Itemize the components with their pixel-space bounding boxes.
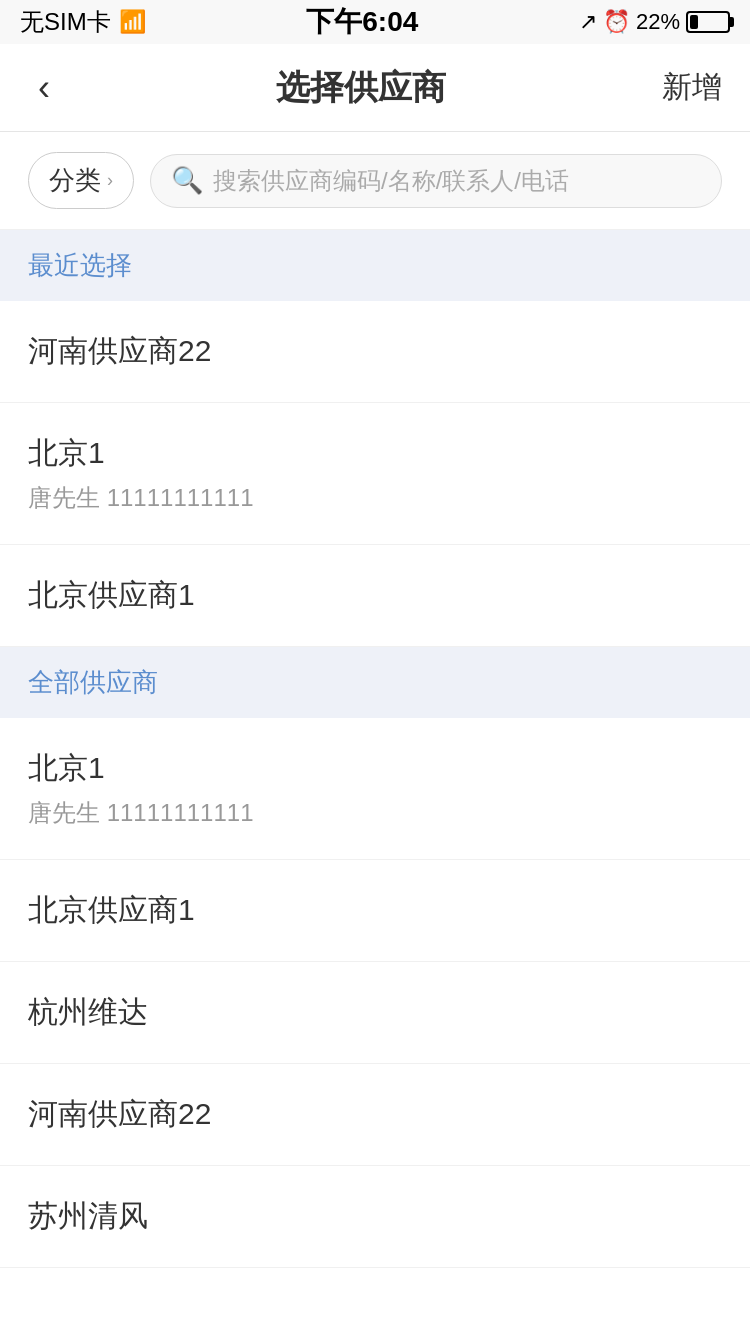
filter-bar: 分类 › 🔍 搜索供应商编码/名称/联系人/电话: [0, 132, 750, 230]
status-left: 无SIM卡 📶: [20, 6, 146, 38]
category-button[interactable]: 分类 ›: [28, 152, 134, 209]
search-box[interactable]: 🔍 搜索供应商编码/名称/联系人/电话: [150, 154, 722, 208]
alarm-icon: ⏰: [603, 9, 630, 35]
item-name: 苏州清风: [28, 1196, 722, 1237]
all-section-header: 全部供应商: [0, 647, 750, 718]
item-name: 北京1: [28, 748, 722, 789]
status-time: 下午6:04: [306, 3, 418, 41]
recent-list: 河南供应商22 北京1 唐先生 11111111111 北京供应商1: [0, 301, 750, 647]
battery-icon: [686, 11, 730, 33]
nav-bar: ‹ 选择供应商 新增: [0, 44, 750, 132]
recent-list-item[interactable]: 河南供应商22: [0, 301, 750, 403]
item-sub: 唐先生 11111111111: [28, 482, 722, 514]
add-button[interactable]: 新增: [662, 67, 722, 108]
chevron-right-icon: ›: [107, 170, 113, 191]
item-name: 河南供应商22: [28, 331, 722, 372]
all-list-item[interactable]: 杭州维达: [0, 962, 750, 1064]
item-name: 杭州维达: [28, 992, 722, 1033]
back-button[interactable]: ‹: [28, 57, 60, 119]
item-name: 北京供应商1: [28, 890, 722, 931]
battery-fill: [690, 15, 698, 29]
status-right: ↗ ⏰ 22%: [579, 9, 730, 35]
all-list-item[interactable]: 河南供应商22: [0, 1064, 750, 1166]
all-list-item[interactable]: 北京1 唐先生 11111111111: [0, 718, 750, 860]
recent-section-header: 最近选择: [0, 230, 750, 301]
item-sub: 唐先生 11111111111: [28, 797, 722, 829]
search-icon: 🔍: [171, 165, 203, 196]
page-title: 选择供应商: [276, 65, 446, 111]
location-icon: ↗: [579, 9, 597, 35]
all-list: 北京1 唐先生 11111111111 北京供应商1 杭州维达河南供应商22 苏州清风: [0, 718, 750, 1268]
item-name: 河南供应商22: [28, 1094, 722, 1135]
item-name: 北京供应商1: [28, 575, 722, 616]
wifi-icon: 📶: [119, 9, 146, 35]
recent-list-item[interactable]: 北京供应商1: [0, 545, 750, 647]
status-bar: 无SIM卡 📶 下午6:04 ↗ ⏰ 22%: [0, 0, 750, 44]
battery-percent: 22%: [636, 9, 680, 35]
carrier-text: 无SIM卡: [20, 6, 111, 38]
search-placeholder: 搜索供应商编码/名称/联系人/电话: [213, 165, 569, 197]
category-label: 分类: [49, 163, 101, 198]
recent-section-label: 最近选择: [28, 250, 132, 280]
all-list-item[interactable]: 北京供应商1: [0, 860, 750, 962]
recent-list-item[interactable]: 北京1 唐先生 11111111111: [0, 403, 750, 545]
item-name: 北京1: [28, 433, 722, 474]
all-list-item[interactable]: 苏州清风: [0, 1166, 750, 1268]
all-section-label: 全部供应商: [28, 667, 158, 697]
